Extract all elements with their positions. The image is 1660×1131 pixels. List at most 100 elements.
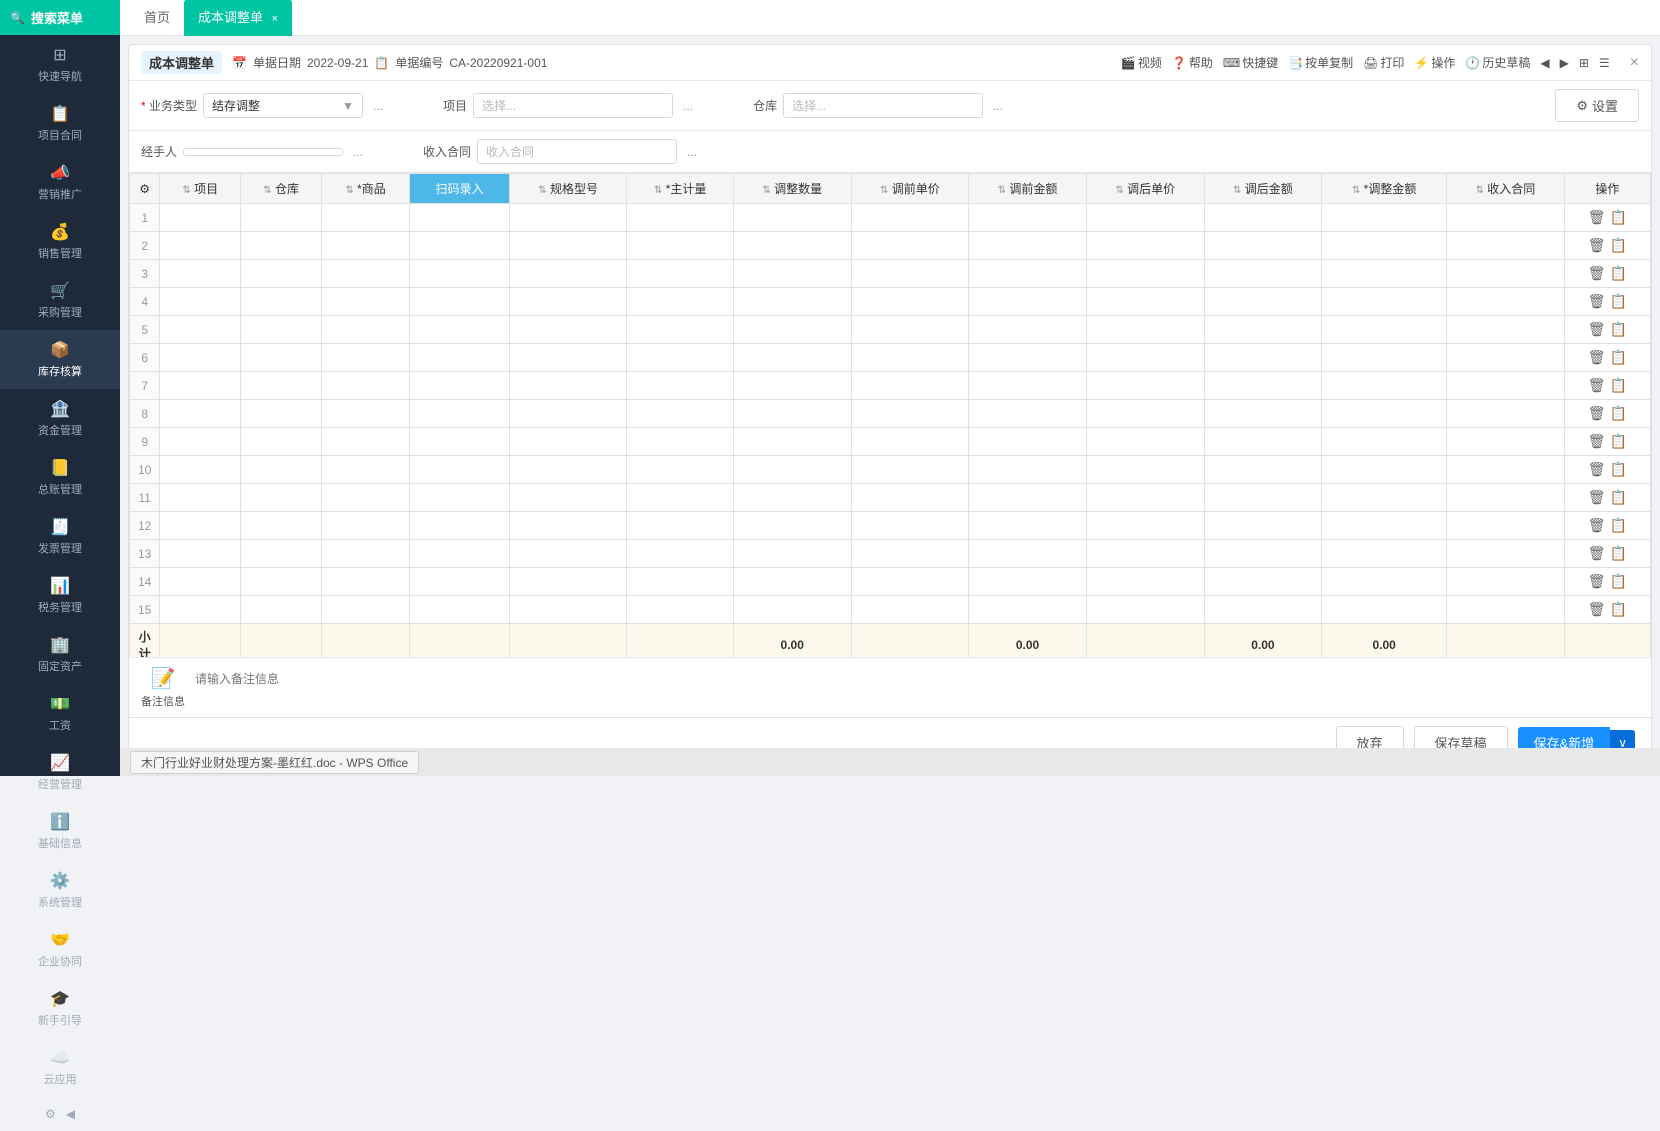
table-cell[interactable] [851, 540, 969, 568]
sidebar-item-sales-mgmt[interactable]: 💰 销售管理 [0, 212, 120, 271]
table-cell[interactable] [509, 512, 627, 540]
table-cell[interactable] [410, 596, 510, 624]
warehouse-more[interactable]: ... [993, 99, 1003, 113]
settings-button[interactable]: ⚙ 设置 [1555, 89, 1639, 122]
table-cell[interactable] [322, 204, 410, 232]
table-cell[interactable] [969, 288, 1087, 316]
view-toggle-icon[interactable]: ⊞ [1579, 56, 1589, 70]
table-cell[interactable] [241, 484, 322, 512]
table-cell[interactable] [1086, 428, 1204, 456]
table-cell[interactable] [1204, 232, 1322, 260]
row-copy-button[interactable]: 📋 [1610, 461, 1627, 478]
table-cell[interactable] [969, 540, 1087, 568]
view-list-icon[interactable]: ☰ [1599, 56, 1610, 70]
table-cell[interactable] [160, 428, 241, 456]
row-delete-button[interactable]: 🗑 [1588, 573, 1606, 590]
row-copy-button[interactable]: 📋 [1610, 489, 1627, 506]
table-cell[interactable] [241, 232, 322, 260]
sidebar-item-purchase-mgmt[interactable]: 🛒 采购管理 [0, 271, 120, 330]
sidebar-settings-row[interactable]: ⚙ ◀ [0, 1097, 120, 1131]
table-cell[interactable] [241, 204, 322, 232]
table-cell[interactable] [509, 204, 627, 232]
table-cell[interactable] [509, 260, 627, 288]
table-cell[interactable] [160, 540, 241, 568]
table-cell[interactable] [509, 288, 627, 316]
row-delete-button[interactable]: 🗑 [1588, 377, 1606, 394]
row-delete-button[interactable]: 🗑 [1588, 237, 1606, 254]
table-cell[interactable] [627, 400, 733, 428]
table-cell[interactable] [322, 344, 410, 372]
table-cell[interactable] [1447, 596, 1565, 624]
action-help[interactable]: ❓ 帮助 [1172, 54, 1213, 71]
action-copy[interactable]: 📑 按单复制 [1288, 54, 1353, 71]
table-cell[interactable] [410, 568, 510, 596]
action-shortcut[interactable]: ⌨ 快捷键 [1223, 54, 1278, 71]
table-cell[interactable] [1086, 344, 1204, 372]
sidebar-item-basic-info[interactable]: ℹ️ 基础信息 [0, 802, 120, 861]
table-cell[interactable] [1322, 540, 1447, 568]
row-copy-button[interactable]: 📋 [1610, 517, 1627, 534]
table-cell[interactable] [851, 428, 969, 456]
table-cell[interactable] [1204, 372, 1322, 400]
row-copy-button[interactable]: 📋 [1610, 321, 1627, 338]
table-cell[interactable] [1447, 568, 1565, 596]
table-cell[interactable] [969, 344, 1087, 372]
table-cell[interactable] [851, 568, 969, 596]
table-cell[interactable] [1204, 596, 1322, 624]
table-cell[interactable] [1204, 456, 1322, 484]
sidebar-item-ledger-mgmt[interactable]: 📒 总账管理 [0, 448, 120, 507]
table-cell[interactable] [733, 344, 851, 372]
sidebar-item-inventory[interactable]: 📦 库存核算 [0, 330, 120, 389]
table-cell[interactable] [627, 596, 733, 624]
table-cell[interactable] [733, 568, 851, 596]
table-cell[interactable] [851, 232, 969, 260]
table-cell[interactable] [322, 316, 410, 344]
table-cell[interactable] [851, 204, 969, 232]
sidebar-item-sales-promotion[interactable]: 📣 营销推广 [0, 153, 120, 212]
table-cell[interactable] [1086, 456, 1204, 484]
table-cell[interactable] [627, 428, 733, 456]
table-cell[interactable] [410, 204, 510, 232]
form-close-button[interactable]: × [1630, 54, 1639, 72]
tab-home[interactable]: 首页 [130, 0, 184, 36]
income-contract-more[interactable]: ... [687, 145, 697, 159]
sidebar-item-capital-mgmt[interactable]: 🏦 资金管理 [0, 389, 120, 448]
table-cell[interactable] [160, 372, 241, 400]
table-cell[interactable] [1322, 316, 1447, 344]
sidebar-item-newbie-guide[interactable]: 🎓 新手引导 [0, 979, 120, 1038]
sidebar-item-quick-nav[interactable]: ⊞ 快速导航 [0, 35, 120, 94]
table-cell[interactable] [627, 344, 733, 372]
table-cell[interactable] [1204, 484, 1322, 512]
table-cell[interactable] [322, 540, 410, 568]
table-cell[interactable] [160, 568, 241, 596]
row-copy-button[interactable]: 📋 [1610, 405, 1627, 422]
table-cell[interactable] [1204, 400, 1322, 428]
table-cell[interactable] [1322, 428, 1447, 456]
table-cell[interactable] [1086, 204, 1204, 232]
row-delete-button[interactable]: 🗑 [1588, 321, 1606, 338]
table-cell[interactable] [160, 232, 241, 260]
table-cell[interactable] [410, 372, 510, 400]
table-cell[interactable] [733, 372, 851, 400]
table-cell[interactable] [241, 288, 322, 316]
table-cell[interactable] [509, 316, 627, 344]
table-cell[interactable] [1204, 512, 1322, 540]
search-menu-button[interactable]: 🔍 搜索菜单 [0, 0, 120, 35]
table-cell[interactable] [1086, 540, 1204, 568]
row-copy-button[interactable]: 📋 [1610, 265, 1627, 282]
table-cell[interactable] [627, 204, 733, 232]
col-scan[interactable]: 扫码录入 [410, 174, 510, 204]
nav-prev-button[interactable]: ◀ [1540, 56, 1549, 70]
table-cell[interactable] [733, 512, 851, 540]
table-cell[interactable] [851, 260, 969, 288]
table-cell[interactable] [1447, 372, 1565, 400]
table-cell[interactable] [969, 428, 1087, 456]
table-cell[interactable] [1447, 456, 1565, 484]
table-cell[interactable] [1086, 568, 1204, 596]
sidebar-item-fixed-assets[interactable]: 🏢 固定资产 [0, 625, 120, 684]
table-cell[interactable] [851, 484, 969, 512]
table-cell[interactable] [509, 568, 627, 596]
table-cell[interactable] [410, 344, 510, 372]
table-cell[interactable] [160, 316, 241, 344]
project-more[interactable]: ... [683, 99, 693, 113]
